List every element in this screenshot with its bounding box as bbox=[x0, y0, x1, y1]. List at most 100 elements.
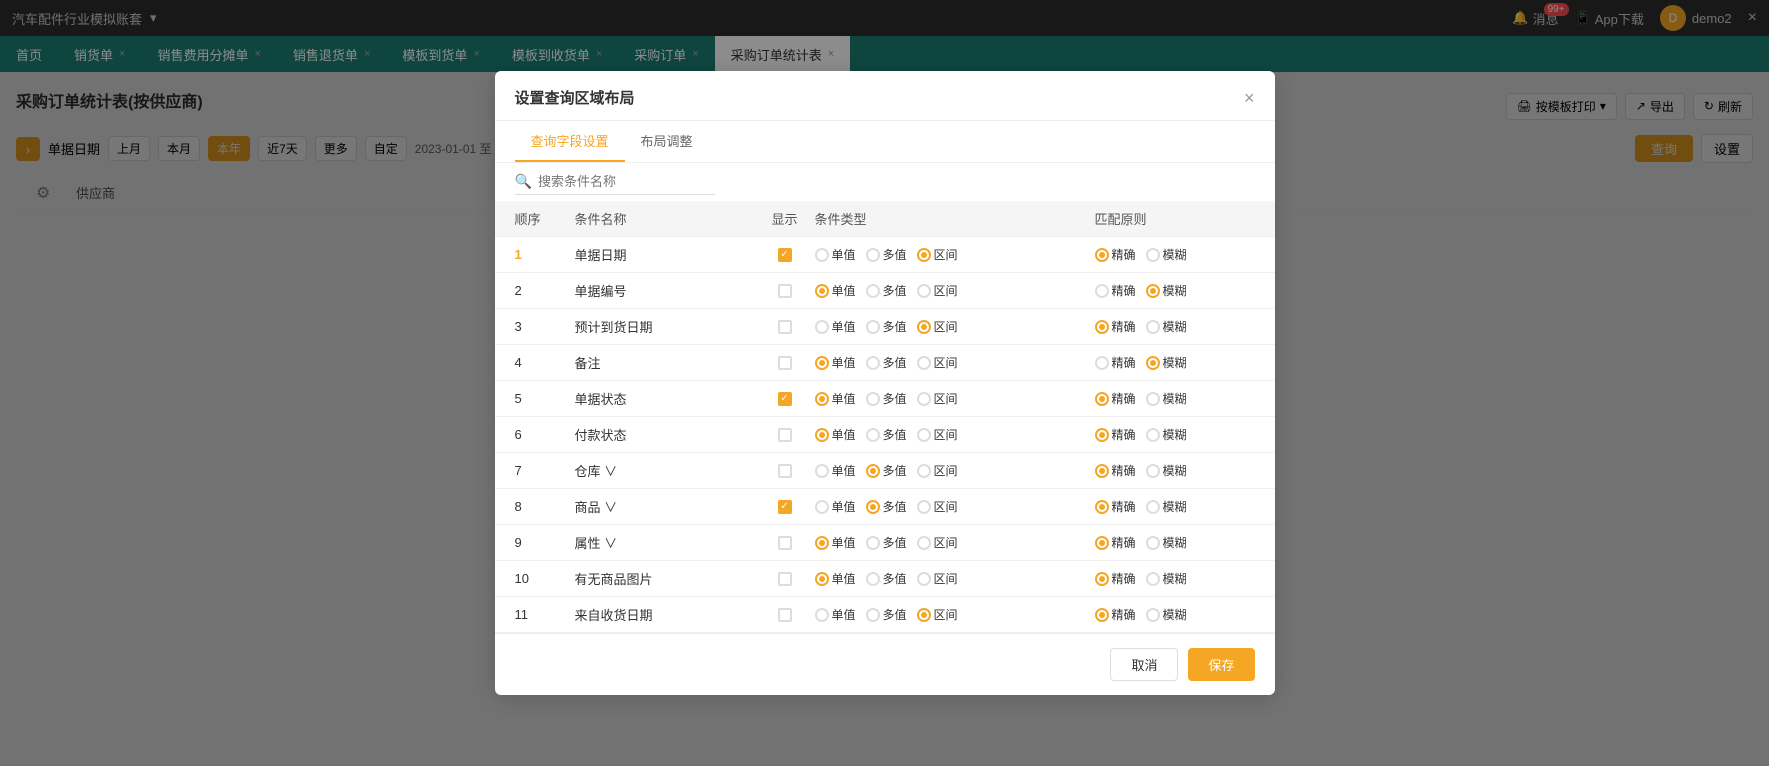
display-checkbox[interactable] bbox=[778, 428, 792, 442]
radio-type-type_multi[interactable]: 多值 bbox=[866, 354, 907, 371]
radio-match-match_exact[interactable]: 精确 bbox=[1095, 246, 1136, 263]
table-row: 5单据状态✓单值多值区间精确模糊 bbox=[495, 381, 1275, 417]
radio-match-match_exact[interactable]: 精确 bbox=[1095, 354, 1136, 371]
radio-type-type_single[interactable]: 单值 bbox=[815, 390, 856, 407]
radio-match-match_exact[interactable]: 精确 bbox=[1095, 498, 1136, 515]
radio-circle bbox=[1146, 248, 1160, 262]
dialog-close-button[interactable]: × bbox=[1244, 89, 1255, 107]
radio-type-type_multi[interactable]: 多值 bbox=[866, 318, 907, 335]
radio-type-type_single[interactable]: 单值 bbox=[815, 426, 856, 443]
radio-type-type_single[interactable]: 单值 bbox=[815, 282, 856, 299]
radio-type-type_range[interactable]: 区间 bbox=[917, 534, 958, 551]
radio-type-type_multi[interactable]: 多值 bbox=[866, 390, 907, 407]
cell-display[interactable]: ✓ bbox=[755, 500, 815, 514]
cell-type: 单值多值区间 bbox=[815, 354, 1095, 371]
radio-type-type_range[interactable]: 区间 bbox=[917, 570, 958, 587]
radio-type-type_multi[interactable]: 多值 bbox=[866, 606, 907, 623]
cell-display[interactable] bbox=[755, 284, 815, 298]
cell-display[interactable] bbox=[755, 356, 815, 370]
display-checkbox[interactable] bbox=[778, 572, 792, 586]
cell-display[interactable] bbox=[755, 608, 815, 622]
display-checkbox[interactable] bbox=[778, 320, 792, 334]
radio-match-match_fuzzy[interactable]: 模糊 bbox=[1146, 570, 1187, 587]
radio-type-type_range[interactable]: 区间 bbox=[917, 426, 958, 443]
radio-type-type_multi[interactable]: 多值 bbox=[866, 246, 907, 263]
display-checkbox[interactable]: ✓ bbox=[778, 392, 792, 406]
cell-display[interactable] bbox=[755, 572, 815, 586]
radio-match-match_exact[interactable]: 精确 bbox=[1095, 606, 1136, 623]
radio-type-type_multi[interactable]: 多值 bbox=[866, 282, 907, 299]
display-checkbox[interactable] bbox=[778, 536, 792, 550]
radio-type-type_range[interactable]: 区间 bbox=[917, 462, 958, 479]
radio-type-type_single[interactable]: 单值 bbox=[815, 318, 856, 335]
radio-type-type_multi[interactable]: 多值 bbox=[866, 570, 907, 587]
radio-match-match_exact[interactable]: 精确 bbox=[1095, 426, 1136, 443]
radio-match-match_exact[interactable]: 精确 bbox=[1095, 462, 1136, 479]
radio-type-type_range[interactable]: 区间 bbox=[917, 606, 958, 623]
cell-type: 单值多值区间 bbox=[815, 318, 1095, 335]
radio-type-type_range[interactable]: 区间 bbox=[917, 354, 958, 371]
display-checkbox[interactable]: ✓ bbox=[778, 500, 792, 514]
radio-circle bbox=[815, 392, 829, 406]
radio-match-match_fuzzy[interactable]: 模糊 bbox=[1146, 282, 1187, 299]
display-checkbox[interactable] bbox=[778, 464, 792, 478]
radio-match-match_fuzzy[interactable]: 模糊 bbox=[1146, 426, 1187, 443]
cancel-button[interactable]: 取消 bbox=[1110, 648, 1178, 681]
display-checkbox[interactable] bbox=[778, 356, 792, 370]
radio-type-type_range[interactable]: 区间 bbox=[917, 498, 958, 515]
radio-match-match_fuzzy[interactable]: 模糊 bbox=[1146, 534, 1187, 551]
save-button[interactable]: 保存 bbox=[1188, 648, 1254, 681]
type-radio-group: 单值多值区间 bbox=[815, 318, 958, 335]
radio-match-match_fuzzy[interactable]: 模糊 bbox=[1146, 462, 1187, 479]
cell-display[interactable]: ✓ bbox=[755, 392, 815, 406]
search-input[interactable] bbox=[538, 174, 698, 189]
radio-match-match_fuzzy[interactable]: 模糊 bbox=[1146, 318, 1187, 335]
radio-type-type_single[interactable]: 单值 bbox=[815, 498, 856, 515]
radio-match-match_fuzzy[interactable]: 模糊 bbox=[1146, 606, 1187, 623]
cell-display[interactable] bbox=[755, 464, 815, 478]
radio-type-type_multi[interactable]: 多值 bbox=[866, 498, 907, 515]
radio-type-type_single[interactable]: 单值 bbox=[815, 354, 856, 371]
radio-match-match_exact[interactable]: 精确 bbox=[1095, 534, 1136, 551]
type-radio-group: 单值多值区间 bbox=[815, 282, 958, 299]
display-checkbox[interactable] bbox=[778, 608, 792, 622]
radio-type-type_range[interactable]: 区间 bbox=[917, 390, 958, 407]
radio-type-type_range[interactable]: 区间 bbox=[917, 246, 958, 263]
radio-match-match_fuzzy[interactable]: 模糊 bbox=[1146, 354, 1187, 371]
cell-display[interactable] bbox=[755, 320, 815, 334]
cell-name: 有无商品图片 bbox=[575, 569, 755, 588]
type-radio-group: 单值多值区间 bbox=[815, 570, 958, 587]
radio-type-type_range[interactable]: 区间 bbox=[917, 282, 958, 299]
radio-circle bbox=[866, 284, 880, 298]
radio-type-type_single[interactable]: 单值 bbox=[815, 246, 856, 263]
cell-display[interactable] bbox=[755, 428, 815, 442]
radio-match-match_exact[interactable]: 精确 bbox=[1095, 318, 1136, 335]
radio-type-type_multi[interactable]: 多值 bbox=[866, 462, 907, 479]
cell-display[interactable] bbox=[755, 536, 815, 550]
radio-circle bbox=[866, 464, 880, 478]
cell-type: 单值多值区间 bbox=[815, 462, 1095, 479]
radio-type-type_single[interactable]: 单值 bbox=[815, 606, 856, 623]
radio-match-match_exact[interactable]: 精确 bbox=[1095, 282, 1136, 299]
radio-type-type_single[interactable]: 单值 bbox=[815, 462, 856, 479]
type-radio-group: 单值多值区间 bbox=[815, 606, 958, 623]
radio-match-match_fuzzy[interactable]: 模糊 bbox=[1146, 390, 1187, 407]
radio-type-type_multi[interactable]: 多值 bbox=[866, 534, 907, 551]
radio-circle bbox=[917, 248, 931, 262]
header-name: 条件名称 bbox=[575, 209, 755, 228]
tab-layout-adjust[interactable]: 布局调整 bbox=[625, 121, 709, 162]
radio-match-match_exact[interactable]: 精确 bbox=[1095, 390, 1136, 407]
radio-type-type_single[interactable]: 单值 bbox=[815, 570, 856, 587]
radio-match-match_fuzzy[interactable]: 模糊 bbox=[1146, 246, 1187, 263]
display-checkbox[interactable] bbox=[778, 284, 792, 298]
radio-type-type_multi[interactable]: 多值 bbox=[866, 426, 907, 443]
tab-query-fields[interactable]: 查询字段设置 bbox=[515, 121, 625, 162]
radio-match-match_exact[interactable]: 精确 bbox=[1095, 570, 1136, 587]
cell-display[interactable]: ✓ bbox=[755, 248, 815, 262]
display-checkbox[interactable]: ✓ bbox=[778, 248, 792, 262]
order-number: 7 bbox=[515, 463, 522, 478]
radio-type-type_range[interactable]: 区间 bbox=[917, 318, 958, 335]
radio-type-type_single[interactable]: 单值 bbox=[815, 534, 856, 551]
cell-match: 精确模糊 bbox=[1095, 282, 1255, 299]
radio-match-match_fuzzy[interactable]: 模糊 bbox=[1146, 498, 1187, 515]
